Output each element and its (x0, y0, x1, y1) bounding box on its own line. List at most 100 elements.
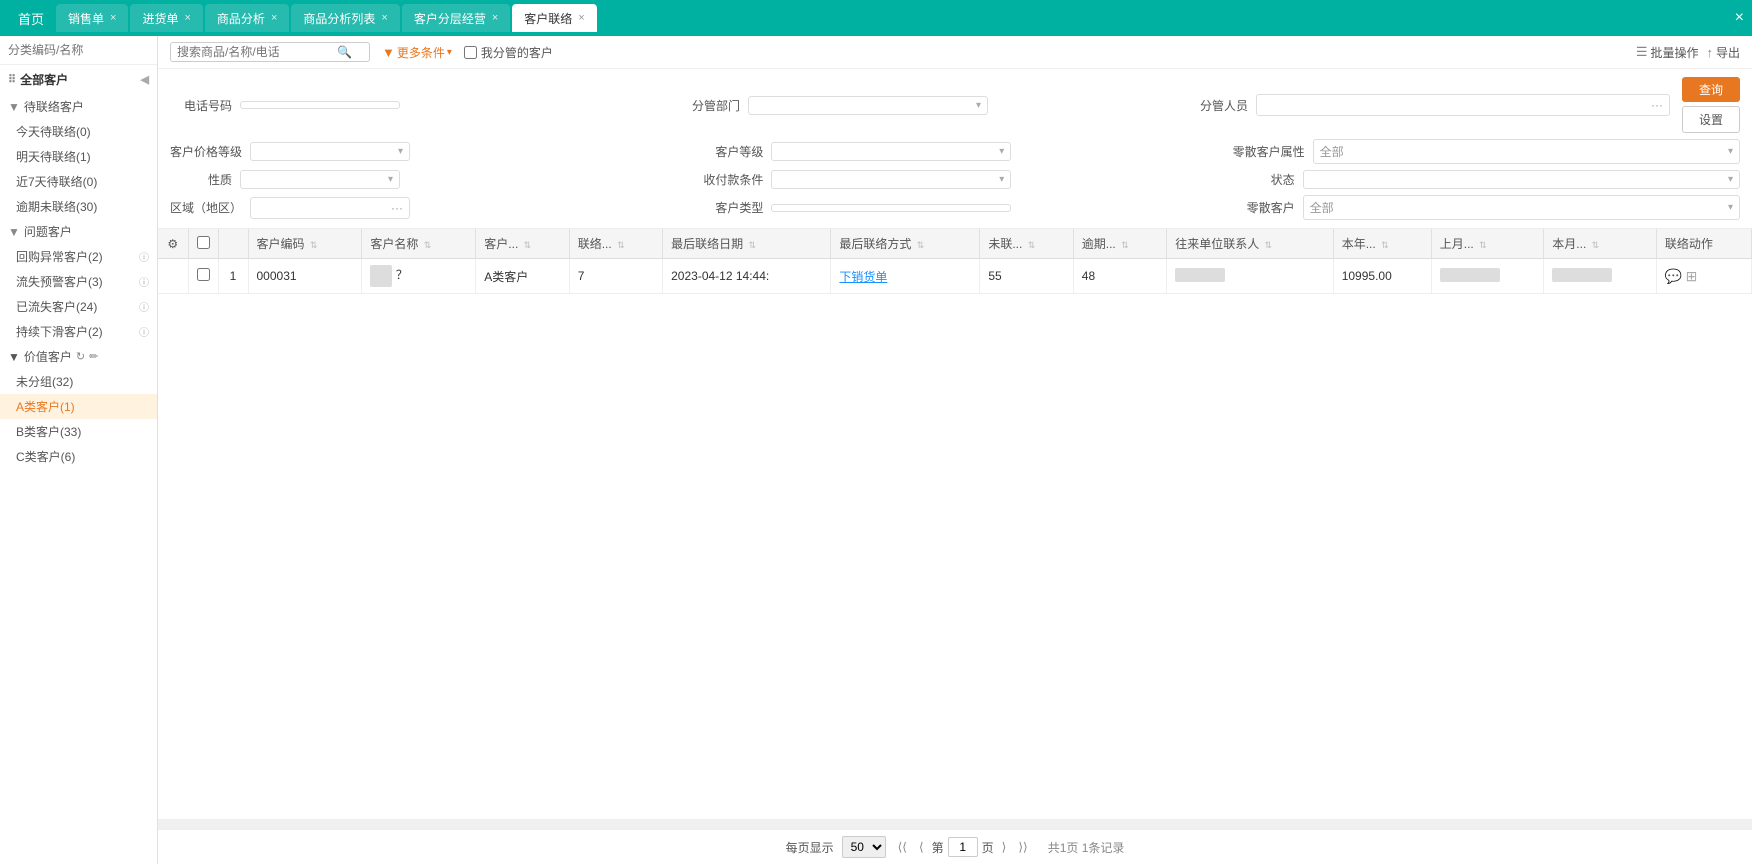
filter-customer-level-select[interactable]: ▾ (771, 142, 1011, 161)
export-btn[interactable]: ↑ 导出 (1706, 44, 1740, 61)
filter-price-level: 客户价格等级 ▾ (170, 142, 677, 161)
sidebar-pending-group[interactable]: ▼ 待联络客户 (0, 94, 157, 119)
td-last-month (1431, 259, 1544, 294)
sort-this-year-icon[interactable]: ⇅ (1381, 240, 1389, 250)
table-select-all[interactable] (197, 236, 210, 249)
th-last-month: 上月... ⇅ (1431, 229, 1544, 259)
price-level-chev: ▾ (398, 146, 403, 157)
filter-region-label: 区域（地区） (170, 199, 250, 216)
sidebar-item-today[interactable]: 今天待联络(0) (0, 119, 157, 144)
close-tab-sales[interactable]: × (110, 12, 116, 24)
all-customers-collapse-icon[interactable]: ◀ (141, 73, 149, 86)
query-btn[interactable]: 查询 (1682, 77, 1740, 102)
first-page-btn[interactable]: ⟨⟨ (894, 840, 911, 854)
region-dots[interactable]: ··· (391, 201, 403, 215)
close-tab-customer-segment[interactable]: × (492, 12, 498, 24)
td-contact: 7 (569, 259, 662, 294)
sidebar-item-loss-warning[interactable]: 流失预警客户(3) ⓘ (0, 269, 157, 294)
sort-unit-contact-icon[interactable]: ⇅ (1265, 240, 1273, 250)
filter-retail-attr-select[interactable]: 全部 ▾ (1313, 139, 1740, 164)
settings-btn[interactable]: 设置 (1682, 106, 1740, 133)
sidebar-item-repurchase-abnormal[interactable]: 回购异常客户(2) ⓘ (0, 244, 157, 269)
sort-this-month-icon[interactable]: ⇅ (1592, 240, 1600, 250)
manager-select-dots[interactable]: ··· (1651, 98, 1663, 112)
chat-icon[interactable]: 💬 (1665, 268, 1682, 284)
filter-dept-select[interactable]: ▾ (748, 96, 988, 115)
filter-nature-select[interactable]: ▾ (240, 170, 400, 189)
close-tab-analysis[interactable]: × (271, 12, 277, 24)
tab-analysis[interactable]: 商品分析 × (205, 4, 289, 32)
search-icon[interactable]: 🔍 (337, 45, 352, 59)
td-pending: 55 (980, 259, 1073, 294)
last-page-btn[interactable]: ⟩⟩ (1014, 840, 1031, 854)
sidebar-item-ungrouped[interactable]: 未分组(32) (0, 369, 157, 394)
filter-manager-select[interactable]: ··· (1256, 94, 1670, 116)
tab-sales[interactable]: 销售单 × (56, 4, 128, 32)
batch-btn[interactable]: ☰ 批量操作 (1636, 44, 1699, 61)
sort-name-icon[interactable]: ⇅ (424, 240, 432, 250)
filter-manager: 分管人员 ··· (1186, 94, 1670, 116)
filter-retail-label: 零散客户 (1233, 199, 1303, 216)
value-group-arrow[interactable]: ▼ (8, 350, 20, 364)
td-last-method[interactable]: 下销货单 (831, 259, 980, 294)
th-last-date: 最后联络日期 ⇅ (663, 229, 831, 259)
filter-retail-select[interactable]: 全部 ▾ (1303, 195, 1740, 220)
sort-pending-icon[interactable]: ⇅ (1028, 240, 1036, 250)
tab-customer-segment[interactable]: 客户分层经营 × (402, 4, 510, 32)
horizontal-scrollbar[interactable] (158, 819, 1752, 829)
td-num: 1 (218, 259, 248, 294)
filter-payment-select[interactable]: ▾ (771, 170, 1011, 189)
sidebar-all-customers[interactable]: ⠿ 全部客户 ◀ (0, 65, 157, 94)
close-tab-purchase[interactable]: × (184, 12, 190, 24)
close-tab-analysis-list[interactable]: × (381, 12, 387, 24)
per-page-select[interactable]: 50 (842, 836, 886, 858)
next-page-btn[interactable]: ⟩ (998, 840, 1011, 854)
tab-customer-contact[interactable]: 客户联络 × (512, 4, 596, 32)
sidebar-item-overdue[interactable]: 逾期未联络(30) (0, 194, 157, 219)
th-contact: 联络... ⇅ (569, 229, 662, 259)
close-tab-customer-contact[interactable]: × (578, 12, 584, 24)
grid-icon[interactable]: ⊞ (1686, 268, 1698, 284)
th-gear[interactable]: ⚙ (158, 229, 188, 259)
sort-code-icon[interactable]: ⇅ (310, 240, 318, 250)
tab-purchase[interactable]: 进货单 × (130, 4, 202, 32)
sort-last-date-icon[interactable]: ⇅ (748, 240, 756, 250)
tab-analysis-list[interactable]: 商品分析列表 × (291, 4, 399, 32)
sidebar: 🔍 ⠿ 全部客户 ◀ ▼ 待联络客户 今天待联络(0) 明天待联络(1) 近7天… (0, 36, 158, 864)
td-type: A类客户 (476, 259, 569, 294)
filter-phone-select[interactable] (240, 101, 400, 109)
sidebar-item-a-class[interactable]: A类客户(1) (0, 394, 157, 419)
sidebar-item-tomorrow[interactable]: 明天待联络(1) (0, 144, 157, 169)
th-action: 联络动作 (1656, 229, 1751, 259)
search-input[interactable] (177, 45, 337, 59)
sidebar-item-lost[interactable]: 已流失客户(24) ⓘ (0, 294, 157, 319)
th-overdue: 逾期... ⇅ (1073, 229, 1166, 259)
filter-more-btn[interactable]: ▼ 更多条件 ▾ (382, 44, 452, 61)
prev-page-btn[interactable]: ⟨ (915, 840, 928, 854)
nav-home[interactable]: 首页 (8, 9, 54, 28)
sidebar-problem-group[interactable]: ▼ 问题客户 (0, 219, 157, 244)
page-input[interactable] (948, 837, 978, 857)
sort-contact-icon[interactable]: ⇅ (617, 240, 625, 250)
my-customer-label: 我分管的客户 (481, 44, 553, 61)
sidebar-search-input[interactable] (8, 43, 158, 57)
sort-last-method-icon[interactable]: ⇅ (917, 240, 925, 250)
sort-last-month-icon[interactable]: ⇅ (1479, 240, 1487, 250)
sidebar-item-7days[interactable]: 近7天待联络(0) (0, 169, 157, 194)
value-group-refresh-icon[interactable]: ↻ (76, 350, 85, 363)
td-this-year: 10995.00 (1333, 259, 1431, 294)
filter-region-select[interactable]: ··· (250, 197, 410, 219)
sidebar-item-b-class[interactable]: B类客户(33) (0, 419, 157, 444)
sort-overdue-icon[interactable]: ⇅ (1121, 240, 1129, 250)
row-checkbox[interactable] (197, 268, 210, 281)
filter-status-select[interactable]: ▾ (1303, 170, 1740, 189)
value-group-edit-icon[interactable]: ✏ (89, 350, 98, 363)
page-total-label: 页 (982, 839, 994, 856)
filter-customer-type-select[interactable] (771, 204, 1011, 212)
my-customer-checkbox[interactable] (464, 46, 477, 59)
window-close-btn[interactable]: × (1735, 9, 1744, 27)
sidebar-item-c-class[interactable]: C类客户(6) (0, 444, 157, 469)
filter-price-level-select[interactable]: ▾ (250, 142, 410, 161)
sidebar-item-declining[interactable]: 持续下滑客户(2) ⓘ (0, 319, 157, 344)
sort-type-icon[interactable]: ⇅ (524, 240, 532, 250)
